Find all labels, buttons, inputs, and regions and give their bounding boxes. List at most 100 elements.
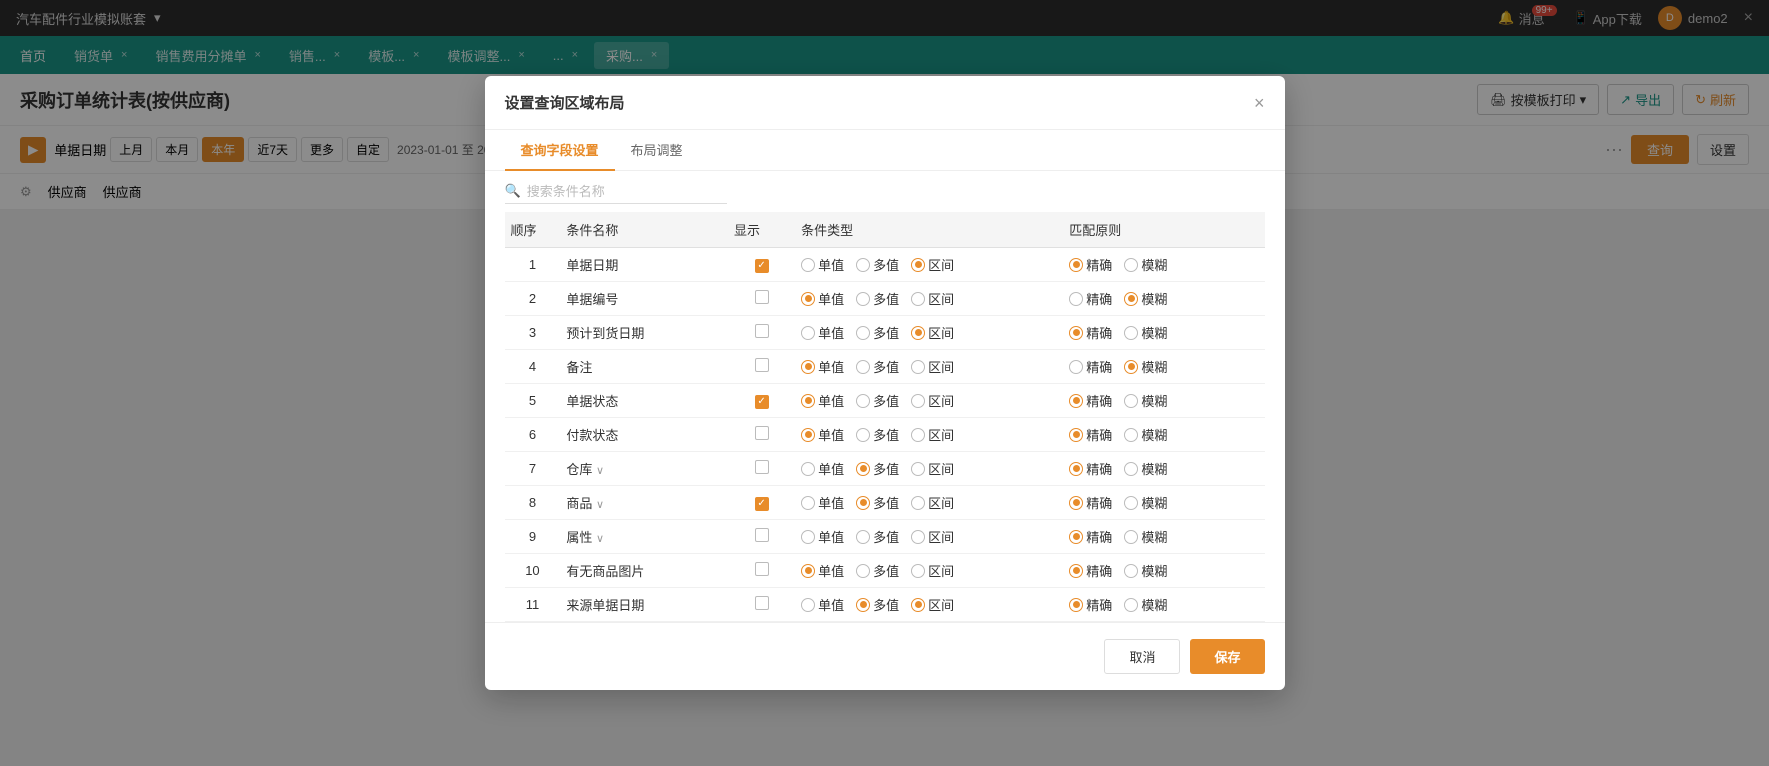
type-radio-multi[interactable]: 多值: [856, 357, 899, 376]
match-radio-fuzzy[interactable]: 模糊: [1124, 561, 1167, 580]
show-checkbox[interactable]: [755, 395, 769, 409]
match-radio-fuzzy[interactable]: 模糊: [1124, 357, 1167, 376]
type-radio-single[interactable]: 单值: [801, 493, 844, 512]
table-header-row: 顺序 条件名称 显示 条件类型 匹配原则: [505, 212, 1265, 248]
type-radio-range[interactable]: 区间: [911, 289, 954, 308]
match-radio-label-exact: 精确: [1086, 493, 1112, 512]
type-radio-range[interactable]: 区间: [911, 527, 954, 546]
type-radio-range[interactable]: 区间: [911, 425, 954, 444]
dropdown-icon[interactable]: ∨: [596, 499, 604, 511]
cell-show[interactable]: [728, 248, 795, 282]
table-row: 10有无商品图片单值多值区间精确模糊: [505, 554, 1265, 588]
match-radio-exact[interactable]: 精确: [1069, 357, 1112, 376]
match-radio-fuzzy[interactable]: 模糊: [1124, 323, 1167, 342]
type-radio-range[interactable]: 区间: [911, 357, 954, 376]
th-order: 顺序: [505, 212, 561, 248]
match-radio-exact[interactable]: 精确: [1069, 595, 1112, 614]
type-radio-multi[interactable]: 多值: [856, 493, 899, 512]
show-checkbox[interactable]: [755, 324, 769, 338]
cell-show[interactable]: [728, 418, 795, 452]
condition-search-input[interactable]: [527, 184, 727, 199]
type-radio-label-multi: 多值: [873, 391, 899, 410]
match-radio-fuzzy[interactable]: 模糊: [1124, 425, 1167, 444]
type-radio-range[interactable]: 区间: [911, 391, 954, 410]
type-radio-single[interactable]: 单值: [801, 323, 844, 342]
type-radio-circle-range: [911, 258, 925, 272]
type-radio-multi[interactable]: 多值: [856, 561, 899, 580]
show-checkbox[interactable]: [755, 358, 769, 372]
dropdown-icon[interactable]: ∨: [596, 465, 604, 477]
cell-show[interactable]: [728, 350, 795, 384]
type-radio-range[interactable]: 区间: [911, 255, 954, 274]
type-radio-multi[interactable]: 多值: [856, 595, 899, 614]
type-radio-single[interactable]: 单值: [801, 561, 844, 580]
type-radio-single[interactable]: 单值: [801, 527, 844, 546]
type-radio-multi[interactable]: 多值: [856, 527, 899, 546]
match-radio-exact[interactable]: 精确: [1069, 323, 1112, 342]
match-radio-fuzzy[interactable]: 模糊: [1124, 255, 1167, 274]
type-radio-multi[interactable]: 多值: [856, 323, 899, 342]
type-radio-single[interactable]: 单值: [801, 357, 844, 376]
match-radio-fuzzy[interactable]: 模糊: [1124, 493, 1167, 512]
cell-show[interactable]: [728, 520, 795, 554]
type-radio-range[interactable]: 区间: [911, 595, 954, 614]
dropdown-icon[interactable]: ∨: [596, 533, 604, 545]
cell-show[interactable]: [728, 384, 795, 418]
cell-show[interactable]: [728, 282, 795, 316]
modal-tab-layout[interactable]: 布局调整: [615, 130, 699, 171]
match-radio-exact[interactable]: 精确: [1069, 561, 1112, 580]
match-radio-exact[interactable]: 精确: [1069, 527, 1112, 546]
cancel-btn[interactable]: 取消: [1104, 639, 1180, 674]
match-radio-exact[interactable]: 精确: [1069, 255, 1112, 274]
match-radio-fuzzy[interactable]: 模糊: [1124, 527, 1167, 546]
show-checkbox[interactable]: [755, 562, 769, 576]
modal-tab-fields[interactable]: 查询字段设置: [505, 130, 615, 171]
type-radio-range[interactable]: 区间: [911, 561, 954, 580]
match-radio-fuzzy[interactable]: 模糊: [1124, 595, 1167, 614]
type-radio-multi[interactable]: 多值: [856, 289, 899, 308]
cell-show[interactable]: [728, 588, 795, 622]
modal-overlay: 设置查询区域布局 × 查询字段设置 布局调整 🔍 顺序 条件名称 显示: [0, 0, 1769, 766]
cell-show[interactable]: [728, 486, 795, 520]
type-radio-single[interactable]: 单值: [801, 391, 844, 410]
cell-show[interactable]: [728, 316, 795, 350]
show-checkbox[interactable]: [755, 528, 769, 542]
type-radio-multi[interactable]: 多值: [856, 255, 899, 274]
match-radio-exact[interactable]: 精确: [1069, 391, 1112, 410]
type-radio-multi[interactable]: 多值: [856, 391, 899, 410]
show-checkbox[interactable]: [755, 290, 769, 304]
type-radio-single[interactable]: 单值: [801, 595, 844, 614]
match-radio-exact[interactable]: 精确: [1069, 493, 1112, 512]
type-radio-range[interactable]: 区间: [911, 493, 954, 512]
type-radio-single[interactable]: 单值: [801, 459, 844, 478]
show-checkbox[interactable]: [755, 259, 769, 273]
show-checkbox[interactable]: [755, 460, 769, 474]
match-radio-fuzzy[interactable]: 模糊: [1124, 391, 1167, 410]
match-radio-exact[interactable]: 精确: [1069, 425, 1112, 444]
type-radio-multi[interactable]: 多值: [856, 425, 899, 444]
type-radio-range[interactable]: 区间: [911, 459, 954, 478]
type-radio-range[interactable]: 区间: [911, 323, 954, 342]
match-radio-fuzzy[interactable]: 模糊: [1124, 289, 1167, 308]
match-radio-circle-fuzzy: [1124, 394, 1138, 408]
type-radio-single[interactable]: 单值: [801, 289, 844, 308]
modal-close-btn[interactable]: ×: [1254, 94, 1265, 112]
type-radio-circle-multi: [856, 360, 870, 374]
type-radio-label-range: 区间: [928, 493, 954, 512]
match-radio-exact[interactable]: 精确: [1069, 459, 1112, 478]
show-checkbox[interactable]: [755, 596, 769, 610]
show-checkbox[interactable]: [755, 497, 769, 511]
match-radio-label-exact: 精确: [1086, 459, 1112, 478]
show-checkbox[interactable]: [755, 426, 769, 440]
match-radio-exact[interactable]: 精确: [1069, 289, 1112, 308]
save-btn[interactable]: 保存: [1190, 639, 1264, 674]
type-radio-single[interactable]: 单值: [801, 425, 844, 444]
cell-show[interactable]: [728, 452, 795, 486]
type-radio-single[interactable]: 单值: [801, 255, 844, 274]
cell-match: 精确模糊: [1063, 554, 1264, 588]
match-radio-fuzzy[interactable]: 模糊: [1124, 459, 1167, 478]
cell-show[interactable]: [728, 554, 795, 588]
type-radio-multi[interactable]: 多值: [856, 459, 899, 478]
match-radio-circle-exact: [1069, 428, 1083, 442]
condition-name: 属性: [566, 530, 592, 545]
